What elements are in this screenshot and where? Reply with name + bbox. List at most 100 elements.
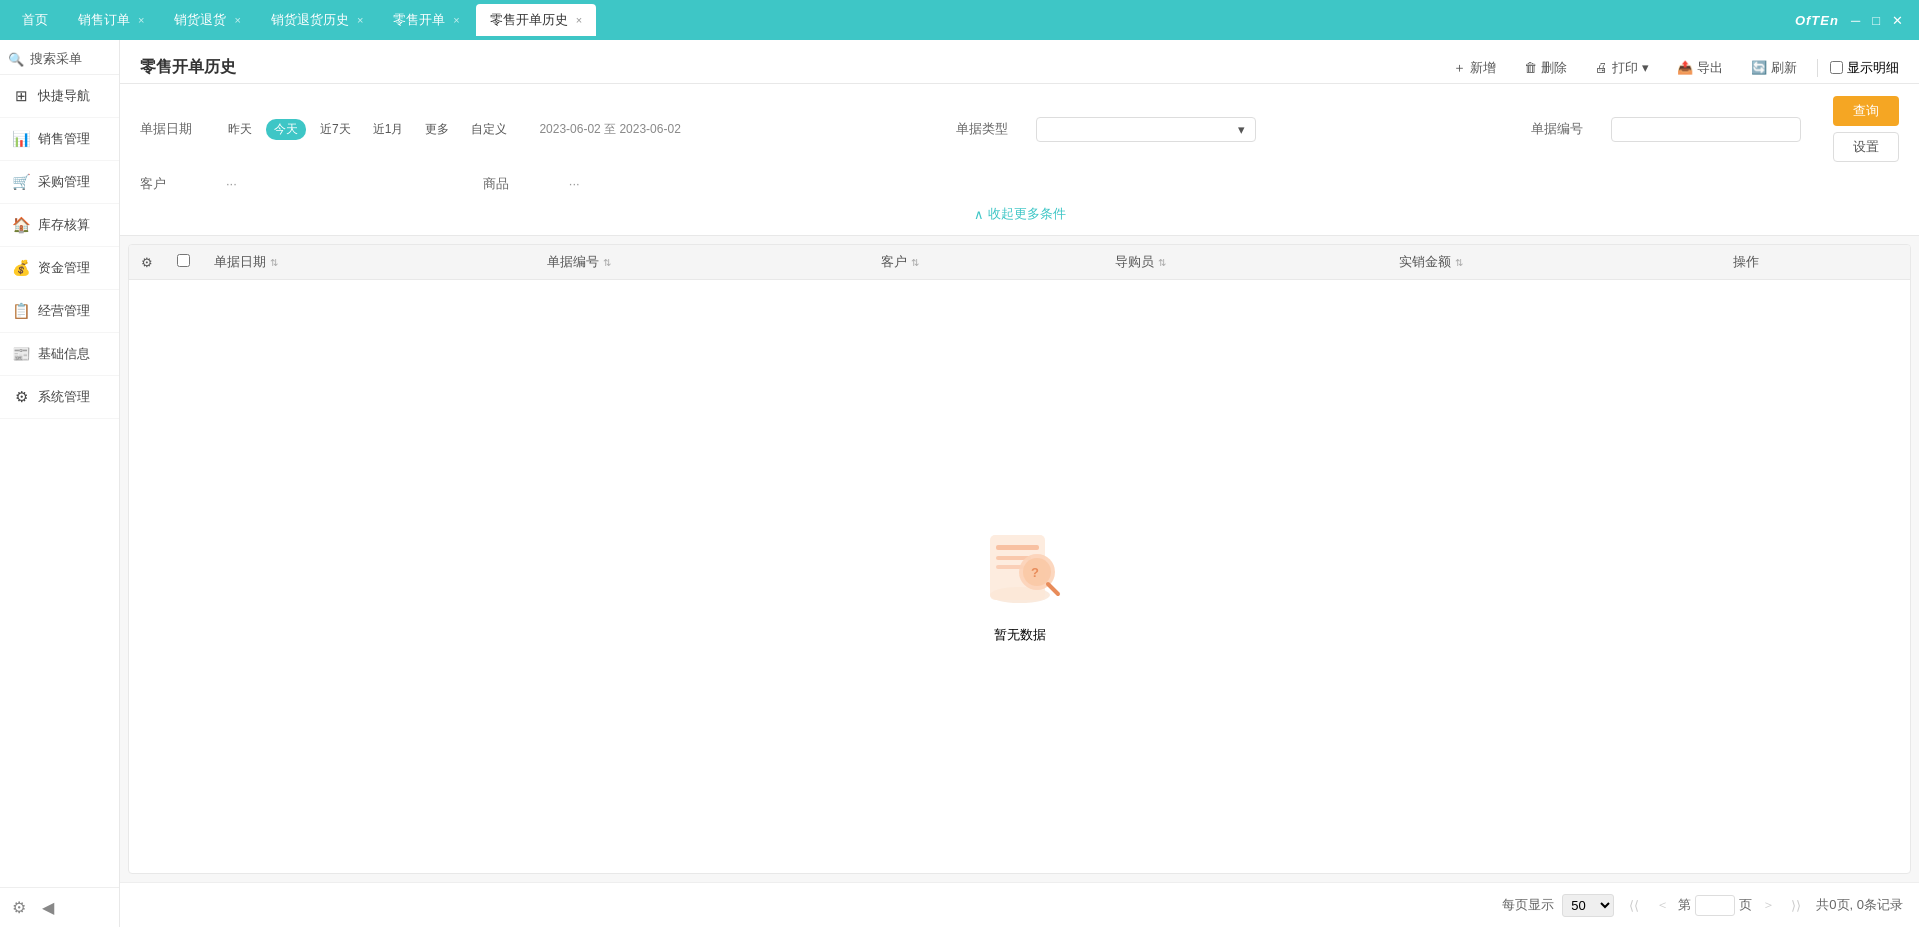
search-icon: 🔍 xyxy=(8,52,24,67)
sidebar-item-quick-nav[interactable]: ⊞ 快捷导航 xyxy=(0,75,119,118)
minimize-btn[interactable]: ─ xyxy=(1851,13,1860,28)
col-action: 操作 xyxy=(1721,245,1910,280)
sidebar-settings-icon[interactable]: ⚙ xyxy=(12,898,26,917)
customer-label: 客户 xyxy=(140,175,200,193)
tab-sales-order[interactable]: 销售订单 × xyxy=(64,4,158,36)
tab-close-retail-open-history[interactable]: × xyxy=(576,14,582,26)
current-page-input[interactable]: 1 xyxy=(1695,895,1735,916)
collapse-up-icon: ∧ xyxy=(974,207,984,222)
quick-nav-icon: ⊞ xyxy=(12,87,30,105)
page-header: 零售开单历史 ＋ 新增 🗑 删除 🖨 打印 ▾ 📤 导出 xyxy=(120,40,1919,84)
pagination-nav: ⟨⟨ ＜ 第 1 页 ＞ ⟩⟩ xyxy=(1622,893,1808,917)
date-btn-yesterday[interactable]: 昨天 xyxy=(220,119,260,140)
sidebar-item-stock-check[interactable]: 🏠 库存核算 xyxy=(0,204,119,247)
export-button[interactable]: 📤 导出 xyxy=(1669,55,1731,81)
tab-sales-return[interactable]: 销货退货× xyxy=(160,4,254,36)
svg-line-8 xyxy=(1048,584,1058,594)
maximize-btn[interactable]: □ xyxy=(1872,13,1880,28)
product-input[interactable]: ··· xyxy=(563,172,586,195)
add-icon: ＋ xyxy=(1453,59,1466,77)
toolbar: ＋ 新增 🗑 删除 🖨 打印 ▾ 📤 导出 🔄 xyxy=(1445,55,1899,81)
show-detail-label: 显示明细 xyxy=(1847,59,1899,77)
last-page-btn[interactable]: ⟩⟩ xyxy=(1784,893,1808,917)
query-button[interactable]: 查询 xyxy=(1833,96,1899,126)
doc-no-label: 单据编号 xyxy=(1531,120,1591,138)
date-btn-custom[interactable]: 自定义 xyxy=(463,119,515,140)
doc-no-input[interactable] xyxy=(1611,117,1801,142)
delete-button[interactable]: 🗑 删除 xyxy=(1516,55,1575,81)
next-page-btn[interactable]: ＞ xyxy=(1756,893,1780,917)
delete-label: 删除 xyxy=(1541,59,1567,77)
col-label-date: 单据日期 xyxy=(214,254,266,269)
tab-close-retail-open[interactable]: × xyxy=(453,14,459,26)
sort-icon-date: ⇅ xyxy=(270,257,278,268)
sidebar-item-basic-info[interactable]: 📰 基础信息 xyxy=(0,333,119,376)
sidebar-collapse-icon[interactable]: ◀ xyxy=(42,898,54,917)
tab-close-sales-return[interactable]: × xyxy=(234,14,240,26)
pagination-total: 共0页, 0条记录 xyxy=(1816,896,1903,914)
col-no[interactable]: 单据编号⇅ xyxy=(535,245,868,280)
export-label: 导出 xyxy=(1697,59,1723,77)
date-label: 单据日期 xyxy=(140,120,200,138)
svg-text:?: ? xyxy=(1031,565,1039,580)
collapse-button[interactable]: ∧ 收起更多条件 xyxy=(140,205,1899,223)
sidebar-search-label: 搜索采单 xyxy=(30,50,82,68)
date-btn-today[interactable]: 今天 xyxy=(266,119,306,140)
tab-home[interactable]: 首页 xyxy=(8,4,62,36)
tab-retail-open[interactable]: 零售开单 × xyxy=(379,4,473,36)
settings-button[interactable]: 设置 xyxy=(1833,132,1899,162)
sidebar-item-finance-mgmt[interactable]: 💰 资金管理 xyxy=(0,247,119,290)
main-layout: 🔍 搜索采单 ⊞ 快捷导航 📊 销售管理 🛒 采购管理 🏠 库存核算 💰 资金管… xyxy=(0,40,1919,927)
sidebar-item-purchase-mgmt[interactable]: 🛒 采购管理 xyxy=(0,161,119,204)
sidebar-item-sales-mgmt[interactable]: 📊 销售管理 xyxy=(0,118,119,161)
doc-type-select[interactable]: ▾ xyxy=(1036,117,1256,142)
sidebar-search[interactable]: 🔍 搜索采单 xyxy=(0,40,119,75)
tab-label-retail-open: 零售开单 xyxy=(393,11,445,29)
sidebar-item-business-mgmt[interactable]: 📋 经营管理 xyxy=(0,290,119,333)
delete-icon: 🗑 xyxy=(1524,60,1537,75)
show-detail-input[interactable] xyxy=(1830,61,1843,74)
column-settings-icon[interactable]: ⚙ xyxy=(141,255,153,270)
business-mgmt-icon: 📋 xyxy=(12,302,30,320)
collapse-label: 收起更多条件 xyxy=(988,205,1066,223)
sidebar-label-basic-info: 基础信息 xyxy=(38,345,90,363)
tab-label-sales-order: 销售订单 xyxy=(78,11,130,29)
print-button[interactable]: 🖨 打印 ▾ xyxy=(1587,55,1657,81)
date-btn-last1month[interactable]: 近1月 xyxy=(365,119,412,140)
basic-info-icon: 📰 xyxy=(12,345,30,363)
print-icon: 🖨 xyxy=(1595,60,1608,75)
tab-close-sales-order[interactable]: × xyxy=(138,14,144,26)
empty-text: 暂无数据 xyxy=(994,626,1046,644)
purchase-mgmt-icon: 🛒 xyxy=(12,173,30,191)
sidebar-label-quick-nav: 快捷导航 xyxy=(38,87,90,105)
show-detail-checkbox[interactable]: 显示明细 xyxy=(1830,59,1899,77)
col-date[interactable]: 单据日期 ⇅ xyxy=(202,245,535,280)
date-btn-more[interactable]: 更多 xyxy=(417,119,457,140)
sidebar-label-finance-mgmt: 资金管理 xyxy=(38,259,90,277)
col-amount[interactable]: 实销金额⇅ xyxy=(1387,245,1720,280)
tab-close-sales-return-history[interactable]: × xyxy=(357,14,363,26)
close-btn[interactable]: ✕ xyxy=(1892,13,1903,28)
filter-row-2: 客户 ··· 商品 ··· xyxy=(140,172,1899,195)
refresh-button[interactable]: 🔄 刷新 xyxy=(1743,55,1805,81)
col-customer[interactable]: 客户⇅ xyxy=(869,245,1104,280)
page-size-select[interactable]: 2050100 xyxy=(1562,894,1614,917)
tab-retail-open-history[interactable]: 零售开单历史 × xyxy=(476,4,596,36)
first-page-btn[interactable]: ⟨⟨ xyxy=(1622,893,1646,917)
customer-input[interactable]: ··· xyxy=(220,172,243,195)
print-label: 打印 xyxy=(1612,59,1638,77)
page-title: 零售开单历史 xyxy=(140,57,236,78)
empty-icon: ? xyxy=(970,510,1070,610)
tab-label-retail-open-history: 零售开单历史 xyxy=(490,11,568,29)
date-btn-last7[interactable]: 近7天 xyxy=(312,119,359,140)
col-salesperson[interactable]: 导购员⇅ xyxy=(1103,245,1387,280)
window-controls: OfTEn ─ □ ✕ xyxy=(1795,13,1911,28)
prev-page-btn[interactable]: ＜ xyxy=(1650,893,1674,917)
stock-check-icon: 🏠 xyxy=(12,216,30,234)
export-icon: 📤 xyxy=(1677,60,1693,75)
select-all-checkbox[interactable] xyxy=(177,254,190,267)
sidebar-item-system-mgmt[interactable]: ⚙ 系统管理 xyxy=(0,376,119,419)
date-filter-buttons: 昨天今天近7天近1月更多自定义 xyxy=(220,119,515,140)
tab-sales-return-history[interactable]: 销货退货历史× xyxy=(257,4,377,36)
add-button[interactable]: ＋ 新增 xyxy=(1445,55,1504,81)
